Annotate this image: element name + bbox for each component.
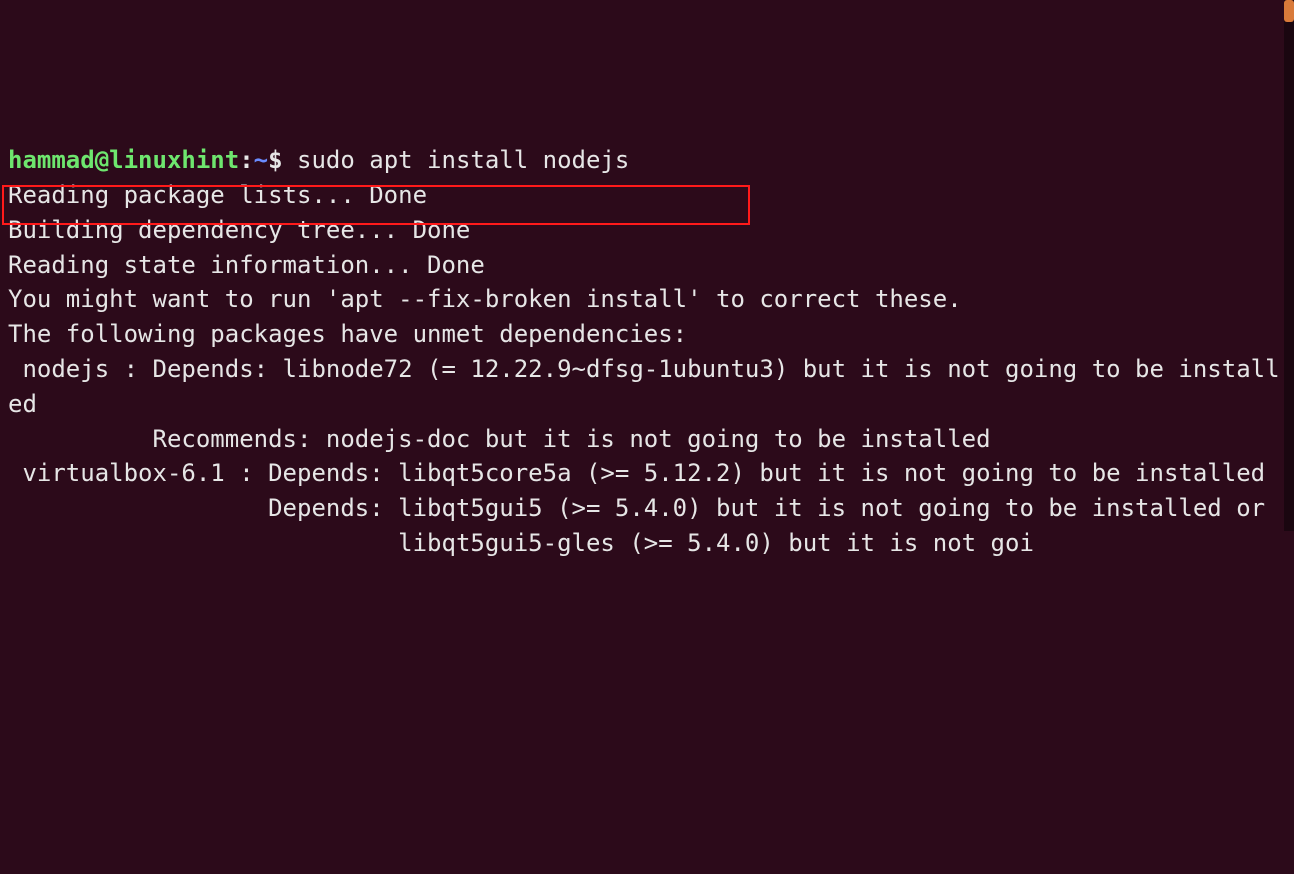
prompt-colon: : bbox=[239, 146, 253, 174]
scrollbar-thumb[interactable] bbox=[1284, 0, 1294, 22]
output-line-5: The following packages have unmet depend… bbox=[8, 320, 687, 348]
prompt-dollar: $ bbox=[268, 146, 282, 174]
output-line-4: You might want to run 'apt --fix-broken … bbox=[8, 285, 962, 313]
scrollbar-track[interactable] bbox=[1284, 0, 1294, 531]
command-text: sudo apt install nodejs bbox=[297, 146, 629, 174]
output-line-2: Building dependency tree... Done bbox=[8, 216, 470, 244]
output-line-1: Reading package lists... Done bbox=[8, 181, 427, 209]
output-line-9: Depends: libqt5gui5 (>= 5.4.0) but it is… bbox=[8, 494, 1265, 522]
output-line-10: libqt5gui5-gles (>= 5.4.0) but it is not… bbox=[8, 529, 1034, 557]
output-line-8: virtualbox-6.1 : Depends: libqt5core5a (… bbox=[8, 459, 1265, 487]
terminal-output: hammad@linuxhint:~$ sudo apt install nod… bbox=[8, 143, 1286, 561]
prompt-user: hammad@linuxhint bbox=[8, 146, 239, 174]
output-line-3: Reading state information... Done bbox=[8, 251, 485, 279]
prompt-path: ~ bbox=[254, 146, 268, 174]
output-line-7: Recommends: nodejs-doc but it is not goi… bbox=[8, 425, 991, 453]
output-line-6: nodejs : Depends: libnode72 (= 12.22.9~d… bbox=[8, 355, 1280, 418]
